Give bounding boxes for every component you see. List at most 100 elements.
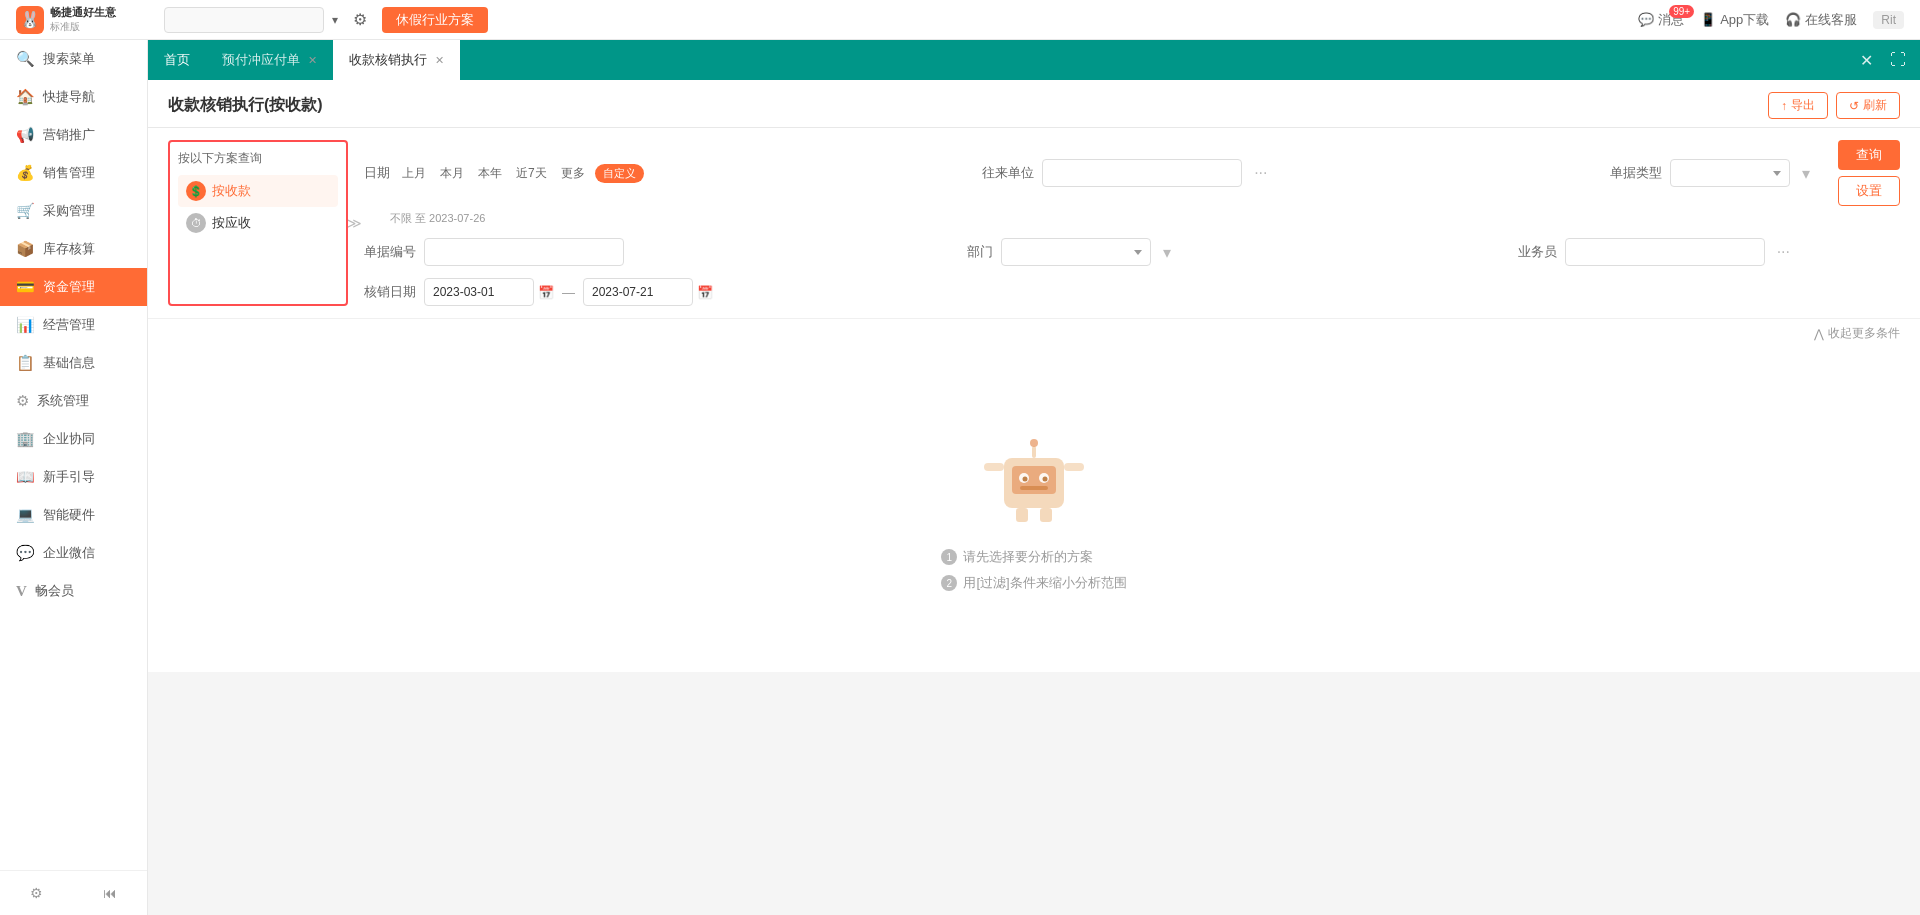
partner-more-btn[interactable]: ···	[1250, 164, 1271, 182]
sidebar-item-hardware[interactable]: 💻 智能硬件	[0, 496, 147, 534]
doc-type-label: 单据类型	[1610, 164, 1662, 182]
sidebar-label-search-menu: 搜索菜单	[43, 50, 95, 68]
app-download-button[interactable]: 📱 App下载	[1700, 11, 1769, 29]
sidebar-item-operation[interactable]: 📊 经营管理	[0, 306, 147, 344]
search-menu-icon: 🔍	[16, 50, 35, 68]
export-button[interactable]: ↑ 导出	[1768, 92, 1828, 119]
cancel-date-start-input[interactable]	[424, 278, 534, 306]
tip-text-1: 请先选择要分析的方案	[963, 548, 1093, 566]
date-btn-this-month[interactable]: 本月	[436, 163, 468, 184]
sidebar-item-enterprise[interactable]: 🏢 企业协同	[0, 420, 147, 458]
tab-receipt-cancel[interactable]: 收款核销执行 ✕	[333, 40, 460, 80]
topbar-search-input[interactable]	[164, 7, 324, 33]
sidebar-item-marketing[interactable]: 📢 营销推广	[0, 116, 147, 154]
empty-tip-1: 1 请先选择要分析的方案	[941, 548, 1126, 566]
staff-input[interactable]	[1565, 238, 1765, 266]
headset-icon: 🎧	[1785, 12, 1801, 27]
topbar-center: ▾ ⚙ 休假行业方案	[164, 6, 1638, 34]
settings-icon[interactable]: ⚙	[346, 6, 374, 34]
sidebar-settings-btn[interactable]: ⚙	[24, 879, 49, 907]
filter-left-panel: 按以下方案查询 💲 按收款 ⏱ 按应收 ≫	[168, 140, 348, 306]
filter-option-by-receipt[interactable]: 💲 按收款	[178, 175, 338, 207]
filter-collapse-arrow[interactable]: ≫	[347, 215, 362, 231]
date-btn-more[interactable]: 更多	[557, 163, 589, 184]
doc-type-select[interactable]	[1670, 159, 1790, 187]
sidebar-label-marketing: 营销推广	[43, 126, 95, 144]
svg-point-5	[1043, 477, 1048, 482]
sidebar-collapse-btn[interactable]: ⏮	[97, 879, 123, 907]
date-label: 日期	[364, 164, 390, 182]
system-icon: ⚙	[16, 392, 29, 410]
date-btn-7days[interactable]: 近7天	[512, 163, 551, 184]
query-button[interactable]: 查询	[1838, 140, 1900, 170]
doc-no-field: 单据编号	[364, 238, 624, 266]
by-receipt-icon: 💲	[186, 181, 206, 201]
date-btn-this-year[interactable]: 本年	[474, 163, 506, 184]
tab-close-receipt[interactable]: ✕	[435, 54, 444, 67]
cancel-date-end-input[interactable]	[583, 278, 693, 306]
date-range-dash: —	[562, 285, 575, 300]
partner-input[interactable]	[1042, 159, 1242, 187]
tab-prepay[interactable]: 预付冲应付单 ✕	[206, 40, 333, 80]
filter-row-1: 日期 上月 本月 本年 近7天 更多 自定义 往来单位	[364, 140, 1900, 206]
export-icon: ↑	[1781, 99, 1787, 113]
vip-icon: V	[16, 583, 27, 600]
guide-icon: 📖	[16, 468, 35, 486]
enterprise-icon: 🏢	[16, 430, 35, 448]
online-service-button[interactable]: 🎧 在线客服	[1785, 11, 1857, 29]
doc-type-more-btn[interactable]: ▾	[1798, 164, 1814, 183]
sidebar-label-operation: 经营管理	[43, 316, 95, 334]
filter-option-by-receivable[interactable]: ⏱ 按应收	[178, 207, 338, 239]
message-button[interactable]: 💬 消息 99+	[1638, 11, 1684, 29]
topbar-dropdown-arrow[interactable]: ▾	[332, 13, 338, 27]
cal-start-icon[interactable]: 📅	[538, 285, 554, 300]
topbar: 🐰 畅捷通好生意 标准版 ▾ ⚙ 休假行业方案 💬 消息 99+ 📱 App下载…	[0, 0, 1920, 40]
phone-icon: 📱	[1700, 12, 1716, 27]
sidebar-label-enterprise: 企业协同	[43, 430, 95, 448]
message-badge: 99+	[1669, 5, 1694, 18]
sidebar-item-system[interactable]: ⚙ 系统管理	[0, 382, 147, 420]
date-btn-last-month[interactable]: 上月	[398, 163, 430, 184]
svg-point-4	[1023, 477, 1028, 482]
date-hint-row: 不限 至 2023-07-26	[390, 210, 1900, 226]
date-custom-tag[interactable]: 自定义	[595, 164, 644, 183]
marketing-icon: 📢	[16, 126, 35, 144]
user-name[interactable]: Rit	[1873, 11, 1904, 29]
logo-icon: 🐰	[16, 6, 44, 34]
doc-no-input[interactable]	[424, 238, 624, 266]
sidebar-item-basic-info[interactable]: 📋 基础信息	[0, 344, 147, 382]
sidebar-item-vip[interactable]: V 畅会员	[0, 572, 147, 610]
basic-info-icon: 📋	[16, 354, 35, 372]
cal-end-icon[interactable]: 📅	[697, 285, 713, 300]
collapse-more-btn[interactable]: ⋀ 收起更多条件	[148, 318, 1920, 348]
inventory-icon: 📦	[16, 240, 35, 258]
sidebar-item-finance[interactable]: 💳 资金管理	[0, 268, 147, 306]
sidebar-item-guide[interactable]: 📖 新手引导	[0, 458, 147, 496]
sidebar: 🔍 搜索菜单 🏠 快捷导航 📢 营销推广 💰 销售管理 🛒 采购管理 📦 库存核…	[0, 40, 148, 915]
operation-icon: 📊	[16, 316, 35, 334]
expand-tab-icon[interactable]: ⛶	[1884, 46, 1912, 74]
dept-select[interactable]	[1001, 238, 1151, 266]
sales-icon: 💰	[16, 164, 35, 182]
sidebar-item-inventory[interactable]: 📦 库存核算	[0, 230, 147, 268]
sidebar-item-search-menu[interactable]: 🔍 搜索菜单	[0, 40, 147, 78]
filter-area: 按以下方案查询 💲 按收款 ⏱ 按应收 ≫ 日期	[148, 128, 1920, 318]
settings-button[interactable]: 设置	[1838, 176, 1900, 206]
tab-close-prepay[interactable]: ✕	[308, 54, 317, 67]
close-tab-icon[interactable]: ✕	[1852, 46, 1880, 74]
quick-nav-icon: 🏠	[16, 88, 35, 106]
refresh-button[interactable]: ↺ 刷新	[1836, 92, 1900, 119]
solution-button[interactable]: 休假行业方案	[382, 7, 488, 33]
sidebar-label-vip: 畅会员	[35, 582, 74, 600]
staff-more-btn[interactable]: ···	[1773, 243, 1794, 261]
svg-point-12	[1030, 439, 1038, 447]
sidebar-item-quick-nav[interactable]: 🏠 快捷导航	[0, 78, 147, 116]
sidebar-item-sales[interactable]: 💰 销售管理	[0, 154, 147, 192]
empty-tip-2: 2 用[过滤]条件来缩小分析范围	[941, 574, 1126, 592]
by-receivable-icon: ⏱	[186, 213, 206, 233]
sidebar-item-purchase[interactable]: 🛒 采购管理	[0, 192, 147, 230]
sidebar-item-wechat[interactable]: 💬 企业微信	[0, 534, 147, 572]
tab-home[interactable]: 首页	[148, 40, 206, 80]
cancel-date-end-group: 📅	[583, 278, 713, 306]
dept-more-btn[interactable]: ▾	[1159, 243, 1175, 262]
